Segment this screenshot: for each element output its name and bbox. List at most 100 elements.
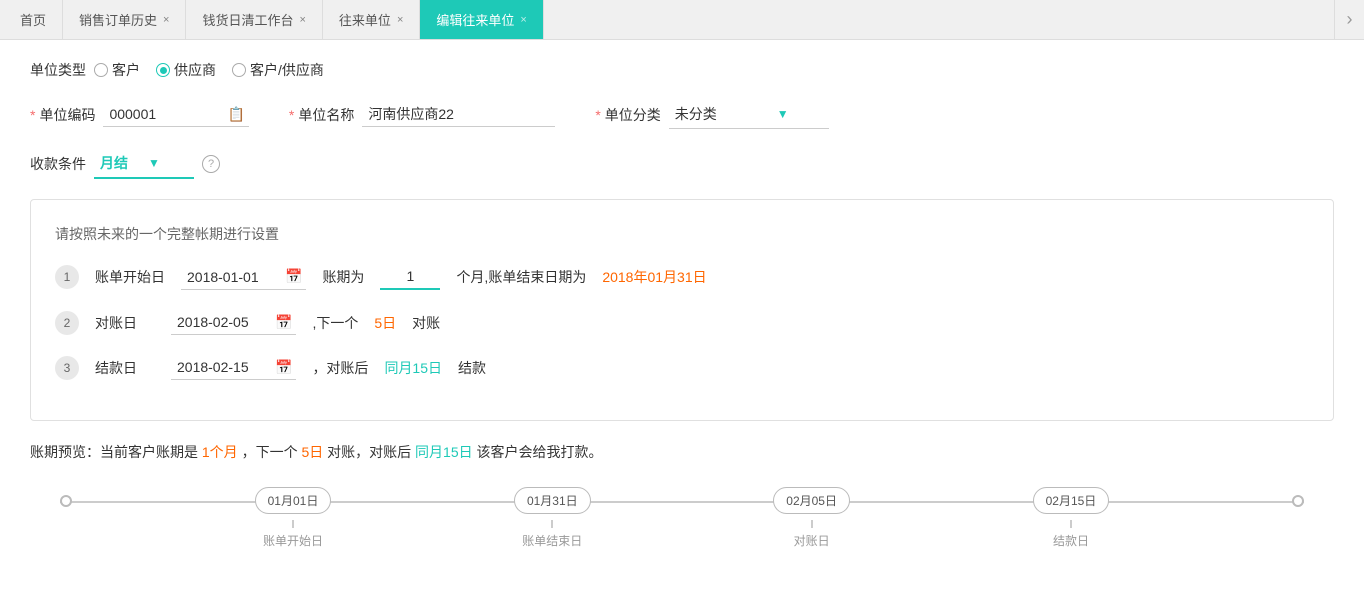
preview-suffix: 该客户会给我打款。: [477, 444, 603, 460]
unit-code-group: * 单位编码 📋: [30, 102, 249, 127]
tab-cash-desk[interactable]: 钱货日清工作台 ×: [186, 0, 322, 39]
timeline-end-dot: [1292, 495, 1304, 507]
tab-partner-unit-label: 往来单位: [339, 10, 391, 29]
radio-supplier-label: 供应商: [174, 60, 216, 80]
row-label-2: 对账日: [95, 313, 155, 333]
preview-part1: 1个月: [202, 444, 238, 460]
timeline-node-2: 01月31日 账单结束日: [514, 487, 591, 549]
unit-type-group: 单位类型 客户 供应商 客户/供应商: [30, 60, 324, 80]
unit-code-input[interactable]: [103, 102, 223, 126]
payment-condition-select[interactable]: 月结 ▼: [94, 149, 194, 179]
unit-name-input[interactable]: [362, 102, 555, 127]
tab-edit-partner[interactable]: 编辑往来单位 ×: [420, 0, 543, 39]
timeline-node-1: 01月01日 账单开始日: [255, 487, 332, 549]
start-date-input[interactable]: [181, 265, 281, 289]
row-num-2: 2: [55, 311, 79, 335]
unit-category-value: 未分类: [675, 104, 717, 124]
tab-home[interactable]: 首页: [0, 0, 63, 39]
payment-date-cal-icon[interactable]: 📅: [271, 359, 296, 376]
start-date-input-wrap: 📅: [181, 265, 306, 290]
panel-row-1: 1 账单开始日 📅 账期为 个月,账单结束日期为 2018年01月31日: [55, 264, 1309, 290]
tab-sales-history-close[interactable]: ×: [163, 14, 169, 26]
tab-scroll-arrow[interactable]: ›: [1334, 0, 1364, 39]
payment-condition-row: 收款条件 月结 ▼ ?: [30, 149, 1334, 179]
preview-sep2: 对账，对账后: [327, 444, 411, 460]
timeline-label-1: 账单开始日: [263, 532, 323, 549]
unit-code-input-wrap: 📋: [103, 102, 248, 127]
unit-category-select[interactable]: 未分类 ▼: [669, 100, 829, 129]
timeline-badge-3: 02月05日: [773, 487, 850, 514]
unit-category-label: 单位分类: [605, 105, 661, 125]
radio-both[interactable]: 客户/供应商: [232, 60, 324, 80]
unit-name-label: 单位名称: [298, 105, 354, 125]
payment-desc-prefix: ，对账后: [312, 358, 368, 378]
tab-bar: 首页 销售订单历史 × 钱货日清工作台 × 往来单位 × 编辑往来单位 × ›: [0, 0, 1364, 40]
unit-category-group: * 单位分类 未分类 ▼: [595, 100, 828, 129]
unit-name-star: *: [289, 107, 294, 123]
timeline-wrapper: 01月01日 账单开始日 01月31日 账单结束日 02月05日 对账日: [30, 487, 1334, 549]
period-end-date: 2018年01月31日: [602, 267, 706, 287]
reconcile-date-input-wrap: 📅: [171, 310, 296, 335]
unit-fields-row: * 单位编码 📋 * 单位名称 * 单位分类 未分类 ▼: [30, 100, 1334, 129]
reconcile-date-cal-icon[interactable]: 📅: [271, 314, 296, 331]
tab-edit-partner-close[interactable]: ×: [520, 14, 526, 26]
timeline-label-4: 结款日: [1053, 532, 1089, 549]
panel-row-3: 3 结款日 📅 ，对账后 同月15日 结款: [55, 355, 1309, 380]
reconcile-desc-prefix: ,下一个: [312, 313, 358, 333]
unit-type-label: 单位类型: [30, 60, 86, 80]
period-unit: 个月,账单结束日期为: [456, 267, 586, 287]
period-prefix: 账期为: [322, 267, 364, 287]
help-icon[interactable]: ?: [202, 155, 220, 173]
unit-category-star: *: [595, 107, 600, 123]
tab-sales-history-label: 销售订单历史: [79, 10, 157, 29]
unit-category-dropdown-arrow: ▼: [777, 107, 789, 121]
tab-edit-partner-label: 编辑往来单位: [436, 10, 514, 29]
panel-row-2: 2 对账日 📅 ,下一个 5日 对账: [55, 310, 1309, 335]
timeline-badge-2: 01月31日: [514, 487, 591, 514]
tab-partner-unit[interactable]: 往来单位 ×: [323, 0, 420, 39]
timeline-badge-4: 02月15日: [1033, 487, 1110, 514]
timeline-start-dot: [60, 495, 72, 507]
timeline-label-2: 账单结束日: [522, 532, 582, 549]
tab-sales-history[interactable]: 销售订单历史 ×: [63, 0, 186, 39]
timeline-node-3: 02月05日 对账日: [773, 487, 850, 549]
unit-code-label: 单位编码: [39, 105, 95, 125]
radio-customer-label: 客户: [112, 60, 140, 80]
panel-description: 请按照未来的一个完整帐期进行设置: [55, 224, 1309, 244]
payment-condition-value: 月结: [100, 153, 128, 173]
preview-text: 账期预览：当前客户账期是 1个月 ，下一个 5日 对账，对账后 同月15日 该客…: [30, 441, 1334, 463]
period-value-input[interactable]: [380, 264, 440, 290]
preview-sep1: ，下一个: [242, 444, 298, 460]
reconcile-desc-suffix: 对账: [412, 313, 440, 333]
timeline-label-3: 对账日: [794, 532, 830, 549]
payment-highlight: 同月15日: [384, 358, 442, 378]
reconcile-highlight: 5日: [374, 313, 396, 333]
row-num-3: 3: [55, 356, 79, 380]
preview-prefix: 账期预览：当前客户账期是: [30, 444, 198, 460]
radio-supplier[interactable]: 供应商: [156, 60, 216, 80]
preview-part2: 5日: [301, 444, 323, 460]
reconcile-date-input[interactable]: [171, 310, 271, 334]
unit-code-star: *: [30, 107, 35, 123]
tab-cash-desk-close[interactable]: ×: [299, 14, 305, 26]
row-num-1: 1: [55, 265, 79, 289]
payment-condition-label: 收款条件: [30, 154, 86, 174]
row-label-3: 结款日: [95, 358, 155, 378]
tab-partner-unit-close[interactable]: ×: [397, 14, 403, 26]
help-icon-label: ?: [208, 158, 214, 170]
timeline-badge-1: 01月01日: [255, 487, 332, 514]
payment-condition-dropdown-arrow: ▼: [148, 156, 160, 170]
radio-customer[interactable]: 客户: [94, 60, 140, 80]
payment-date-input[interactable]: [171, 355, 271, 379]
tab-home-label: 首页: [20, 10, 46, 29]
settings-panel: 请按照未来的一个完整帐期进行设置 1 账单开始日 📅 账期为 个月,账单结束日期…: [30, 199, 1334, 421]
radio-group: 客户 供应商 客户/供应商: [94, 60, 324, 80]
radio-both-label: 客户/供应商: [250, 60, 324, 80]
row-label-1: 账单开始日: [95, 267, 165, 287]
start-date-cal-icon[interactable]: 📅: [281, 268, 306, 285]
radio-both-circle: [232, 63, 246, 77]
tab-cash-desk-label: 钱货日清工作台: [202, 10, 293, 29]
radio-supplier-circle: [156, 63, 170, 77]
unit-type-row: 单位类型 客户 供应商 客户/供应商: [30, 60, 1334, 80]
copy-icon[interactable]: 📋: [223, 106, 248, 123]
